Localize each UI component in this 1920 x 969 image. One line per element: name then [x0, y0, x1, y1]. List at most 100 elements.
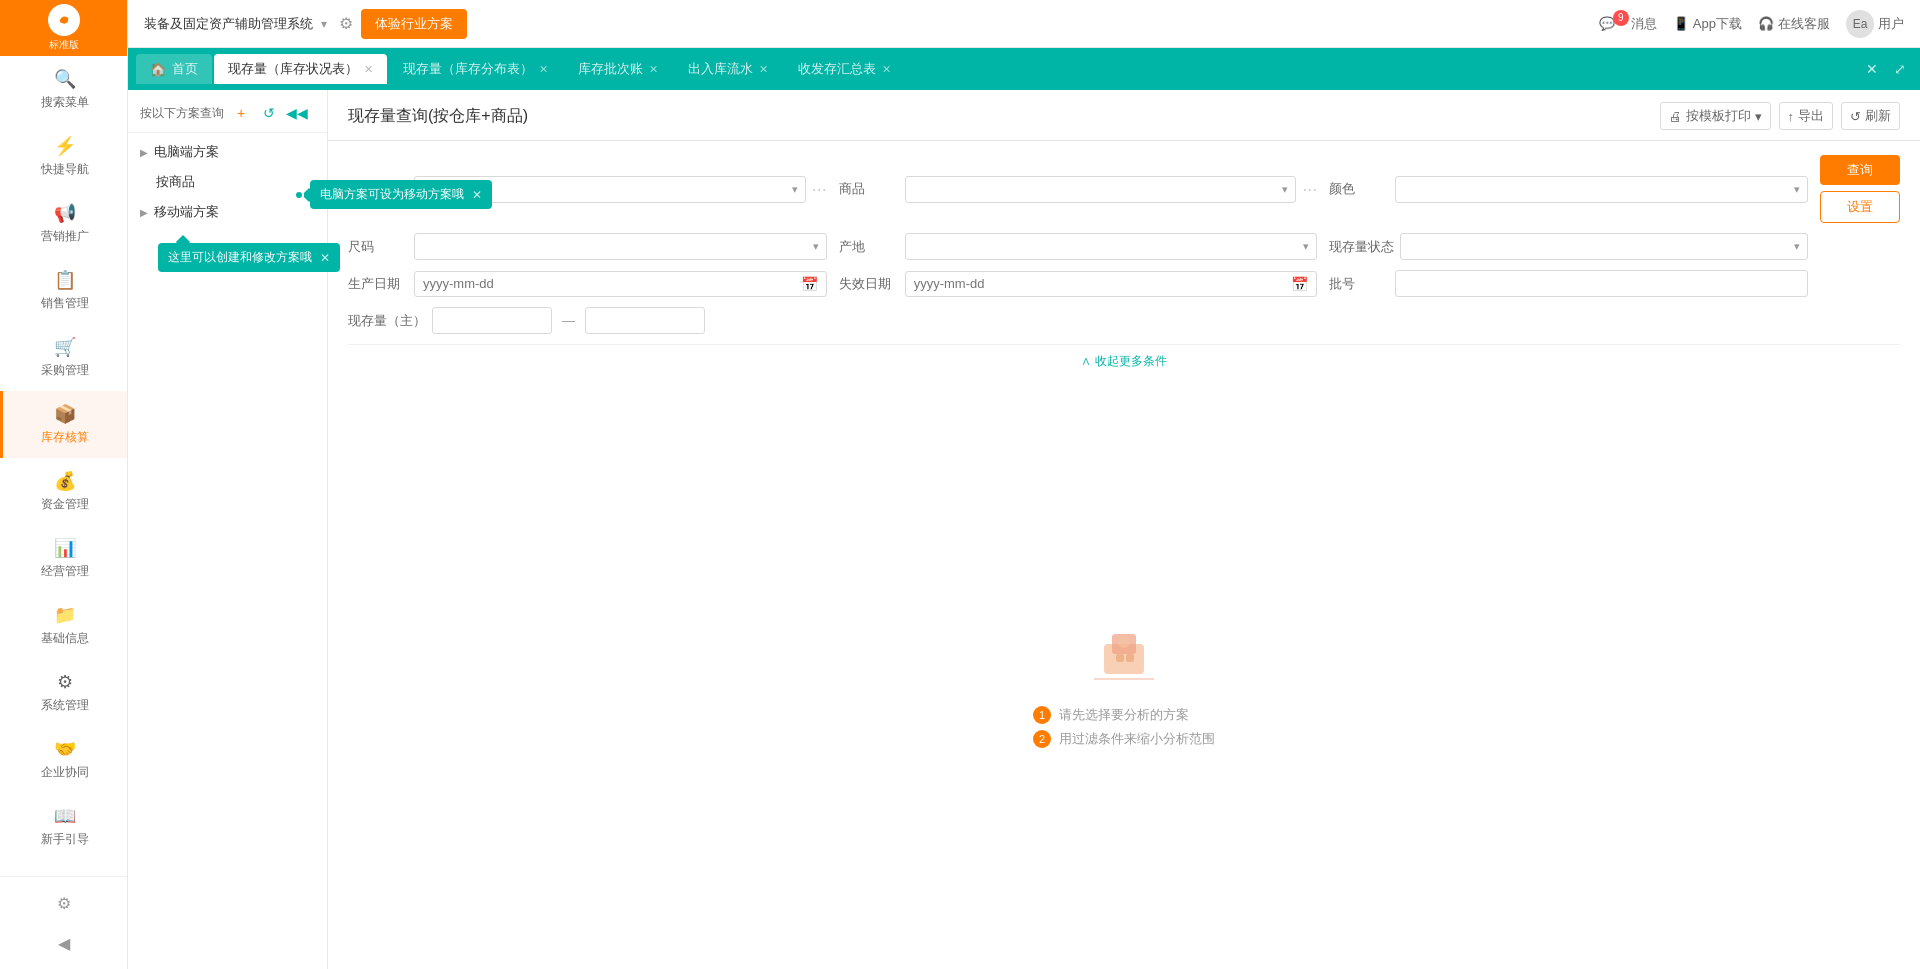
sidebar-item-system-label: 系统管理 [41, 697, 89, 714]
empty-tip-1: 1 请先选择要分析的方案 [1033, 706, 1215, 724]
print-template-btn[interactable]: 🖨 按模板打印 ▾ [1660, 102, 1771, 130]
export-btn[interactable]: ↑ 导出 [1779, 102, 1834, 130]
sidebar-bottom: ⚙ ◀ [0, 876, 127, 969]
color-select-wrap: ▾ [1395, 176, 1808, 203]
tree-item-mobile[interactable]: ▶ 移动端方案 [128, 197, 327, 227]
filter-batch: 批号 [1329, 270, 1808, 297]
sidebar-item-enterprise[interactable]: 🤝 企业协同 [0, 726, 127, 793]
scheme-tree: ▶ 电脑端方案 按商品 ▶ 移动端方案 [128, 133, 327, 231]
origin-select[interactable] [905, 233, 1318, 260]
tab-inventory-dist[interactable]: 现存量（库存分布表） ✕ [389, 54, 562, 84]
tab-inventory-status-close[interactable]: ✕ [364, 63, 373, 76]
tree-arrow-mobile: ▶ [140, 207, 148, 218]
tab-maximize-btn[interactable]: ⤢ [1888, 57, 1912, 81]
experience-btn[interactable]: 体验行业方案 [361, 9, 467, 39]
reset-btn[interactable]: 设置 [1820, 191, 1900, 223]
logo-icon [48, 4, 80, 36]
enterprise-icon: 🤝 [54, 738, 76, 760]
sidebar-item-finance[interactable]: 💰 资金管理 [0, 458, 127, 525]
tooltip1-text: 电脑方案可设为移动方案哦 [320, 186, 464, 203]
produce-date-label: 生产日期 [348, 275, 408, 293]
finance-icon: 💰 [54, 470, 76, 492]
expire-date-calendar-icon[interactable]: 📅 [1291, 276, 1308, 292]
goods-select[interactable] [905, 176, 1297, 203]
online-support-btn[interactable]: 🎧 在线客服 [1758, 15, 1830, 33]
sidebar-item-basic[interactable]: 📁 基础信息 [0, 592, 127, 659]
batch-label: 批号 [1329, 275, 1389, 293]
sidebar-item-guide[interactable]: 📖 新手引导 [0, 793, 127, 860]
sidebar-item-quick[interactable]: ⚡ 快捷导航 [0, 123, 127, 190]
tree-item-desktop[interactable]: ▶ 电脑端方案 [128, 137, 327, 167]
collapse-sidebar-btn[interactable]: ◀ [48, 927, 80, 959]
sidebar-item-inventory[interactable]: 📦 库存核算 [0, 391, 127, 458]
produce-date-calendar-icon[interactable]: 📅 [801, 276, 818, 292]
tooltip2-close[interactable]: ✕ [320, 251, 330, 265]
topbar-gear-icon[interactable]: ⚙ [339, 14, 353, 33]
sidebar-item-system[interactable]: ⚙ 系统管理 [0, 659, 127, 726]
sidebar-navigation: 🔍 搜索菜单 ⚡ 快捷导航 📢 营销推广 📋 销售管理 🛒 采购管理 📦 库存核… [0, 56, 127, 876]
tab-inout[interactable]: 出入库流水 ✕ [674, 54, 782, 84]
print-icon: 🖨 [1669, 109, 1682, 124]
expire-date-from[interactable] [914, 276, 1288, 291]
tab-inventory-dist-label: 现存量（库存分布表） [403, 60, 533, 78]
batch-input[interactable] [1395, 270, 1808, 297]
main-area: 装备及固定资产辅助管理系统 ▾ ⚙ 体验行业方案 💬 9 消息 📱 App下载 … [128, 0, 1920, 969]
add-scheme-btn[interactable]: + [230, 102, 252, 124]
origin-label: 产地 [839, 238, 899, 256]
tip-num-1: 1 [1033, 706, 1051, 724]
goods-more[interactable]: ··· [1302, 179, 1317, 200]
stock-status-select[interactable] [1400, 233, 1808, 260]
tabs-controls: ✕ ⤢ [1860, 57, 1912, 81]
tab-inout-close[interactable]: ✕ [759, 63, 768, 76]
message-btn[interactable]: 💬 9 消息 [1599, 15, 1657, 33]
warehouse-more[interactable]: ··· [812, 179, 827, 200]
sidebar-item-sales[interactable]: 📋 销售管理 [0, 257, 127, 324]
svg-rect-4 [1116, 654, 1124, 662]
filter-row-2: 尺码 ▾ 产地 ▾ 现存量状态 [348, 233, 1900, 260]
tree-goods-label: 按商品 [156, 173, 195, 191]
color-select[interactable] [1395, 176, 1808, 203]
back-scheme-btn[interactable]: ◀◀ [286, 102, 308, 124]
tab-batch[interactable]: 库存批次账 ✕ [564, 54, 672, 84]
size-select[interactable] [414, 233, 827, 260]
collapse-bar[interactable]: ∧ 收起更多条件 [348, 344, 1900, 378]
tooltip1-close[interactable]: ✕ [472, 188, 482, 202]
refresh-btn[interactable]: ↺ 刷新 [1841, 102, 1900, 130]
tab-inventory-dist-close[interactable]: ✕ [539, 63, 548, 76]
sidebar-item-purchase[interactable]: 🛒 采购管理 [0, 324, 127, 391]
tab-summary-close[interactable]: ✕ [882, 63, 891, 76]
stock-qty-to[interactable] [585, 307, 705, 334]
sidebar-item-purchase-label: 采购管理 [41, 362, 89, 379]
logo: 标准版 [0, 0, 127, 56]
tab-close-all-btn[interactable]: ✕ [1860, 57, 1884, 81]
produce-date-from[interactable] [423, 276, 797, 291]
sidebar-item-enterprise-label: 企业协同 [41, 764, 89, 781]
search-btn[interactable]: 查询 [1820, 155, 1900, 185]
tip-num-2: 2 [1033, 730, 1051, 748]
export-icon: ↑ [1788, 109, 1795, 124]
filter-row-4: 现存量（主） — [348, 307, 1900, 334]
page-title-row: 现存量查询(按仓库+商品) 🖨 按模板打印 ▾ ↑ 导出 ↺ [348, 102, 1900, 130]
tab-summary[interactable]: 收发存汇总表 ✕ [784, 54, 905, 84]
left-scheme-panel: 按以下方案查询 + ↺ ◀◀ ▶ 电脑端方案 按商品 ▶ 移动端方案 [128, 90, 328, 969]
stock-qty-from[interactable] [432, 307, 552, 334]
tab-home[interactable]: 🏠 首页 [136, 54, 212, 84]
sidebar-item-business[interactable]: 📊 经营管理 [0, 525, 127, 592]
topbar-right: 💬 9 消息 📱 App下载 🎧 在线客服 Ea 用户 [1599, 10, 1904, 38]
range-sep: — [558, 313, 579, 328]
user-btn[interactable]: Ea 用户 [1846, 10, 1904, 38]
refresh-scheme-btn[interactable]: ↺ [258, 102, 280, 124]
tab-inventory-status[interactable]: 现存量（库存状况表） ✕ [214, 54, 387, 84]
tab-inout-label: 出入库流水 [688, 60, 753, 78]
tab-batch-label: 库存批次账 [578, 60, 643, 78]
sidebar-item-search[interactable]: 🔍 搜索菜单 [0, 56, 127, 123]
app-download-btn[interactable]: 📱 App下载 [1673, 15, 1742, 33]
collapse-icon: ∧ [1081, 354, 1091, 368]
settings-bottom-btn[interactable]: ⚙ [48, 887, 80, 919]
business-icon: 📊 [54, 537, 76, 559]
inventory-icon: 📦 [54, 403, 76, 425]
system-dropdown-icon[interactable]: ▾ [321, 17, 327, 31]
sidebar-item-marketing[interactable]: 📢 营销推广 [0, 190, 127, 257]
empty-tips: 1 请先选择要分析的方案 2 用过滤条件来缩小分析范围 [1033, 706, 1215, 748]
tab-batch-close[interactable]: ✕ [649, 63, 658, 76]
